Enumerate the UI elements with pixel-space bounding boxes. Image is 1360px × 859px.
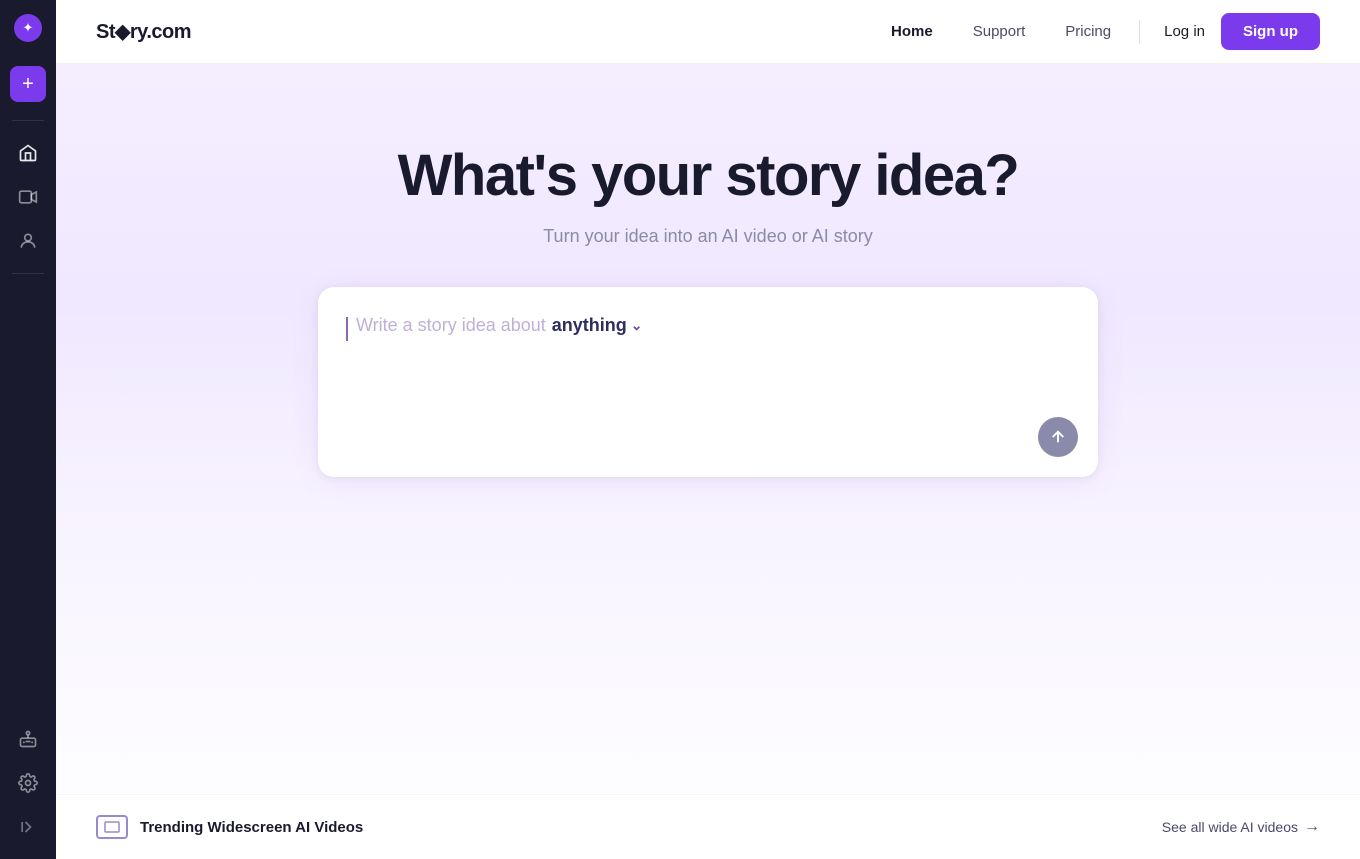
signup-button[interactable]: Sign up xyxy=(1221,13,1320,50)
sidebar-item-home[interactable] xyxy=(8,133,48,173)
topnav: St◆ry.com Home Support Pricing Log in Si… xyxy=(56,0,1360,64)
login-button[interactable]: Log in xyxy=(1148,15,1221,48)
widescreen-icon xyxy=(96,815,128,839)
text-cursor xyxy=(346,317,348,341)
sidebar-item-settings[interactable] xyxy=(8,763,48,803)
hero-subtitle: Turn your idea into an AI video or AI st… xyxy=(543,226,873,247)
topic-chevron-icon: ⌄ xyxy=(631,317,643,334)
story-input-area: Write a story idea about anything ⌄ xyxy=(346,315,1070,457)
sidebar-item-robot[interactable] xyxy=(8,719,48,759)
user-icon xyxy=(18,231,38,251)
placeholder-topic[interactable]: anything ⌄ xyxy=(552,315,643,336)
topnav-links: Home Support Pricing xyxy=(891,23,1111,40)
topnav-link-support[interactable]: Support xyxy=(973,23,1026,40)
hero-title: What's your story idea? xyxy=(398,144,1019,208)
arrow-up-icon xyxy=(1049,428,1067,446)
plus-icon: + xyxy=(22,73,34,96)
app-logo-icon xyxy=(14,14,42,42)
sidebar-collapse-button[interactable] xyxy=(8,807,48,847)
home-icon xyxy=(18,143,38,163)
arrow-right-icon: → xyxy=(1304,818,1320,836)
see-all-link[interactable]: See all wide AI videos → xyxy=(1162,818,1320,836)
sidebar-logo xyxy=(0,0,56,56)
story-input-card[interactable]: Write a story idea about anything ⌄ xyxy=(318,287,1098,477)
hero-section: What's your story idea? Turn your idea i… xyxy=(56,64,1360,859)
gear-icon xyxy=(18,773,38,793)
story-placeholder-text: Write a story idea about anything ⌄ xyxy=(356,315,643,336)
sidebar-divider-bottom xyxy=(12,273,44,274)
topnav-link-home[interactable]: Home xyxy=(891,23,933,40)
sidebar-bottom xyxy=(8,719,48,859)
collapse-icon xyxy=(18,817,38,837)
video-frame-icon xyxy=(104,821,120,833)
sidebar-item-video[interactable] xyxy=(8,177,48,217)
video-icon xyxy=(18,187,38,207)
trending-label: Trending Widescreen AI Videos xyxy=(96,815,363,839)
add-button[interactable]: + xyxy=(10,66,46,102)
logo-diamond: ◆ xyxy=(115,19,130,44)
sidebar-item-user[interactable] xyxy=(8,221,48,261)
sidebar-nav xyxy=(0,125,56,269)
sidebar-divider-top xyxy=(12,120,44,121)
sidebar: + xyxy=(0,0,56,859)
topnav-link-pricing[interactable]: Pricing xyxy=(1065,23,1111,40)
topnav-logo: St◆ry.com xyxy=(96,19,191,44)
story-submit-button[interactable] xyxy=(1038,417,1078,457)
trending-section: Trending Widescreen AI Videos See all wi… xyxy=(56,794,1360,859)
placeholder-main: Write a story idea about xyxy=(356,315,546,336)
topnav-divider xyxy=(1139,20,1140,44)
robot-icon xyxy=(18,729,38,749)
main-content: St◆ry.com Home Support Pricing Log in Si… xyxy=(56,0,1360,859)
